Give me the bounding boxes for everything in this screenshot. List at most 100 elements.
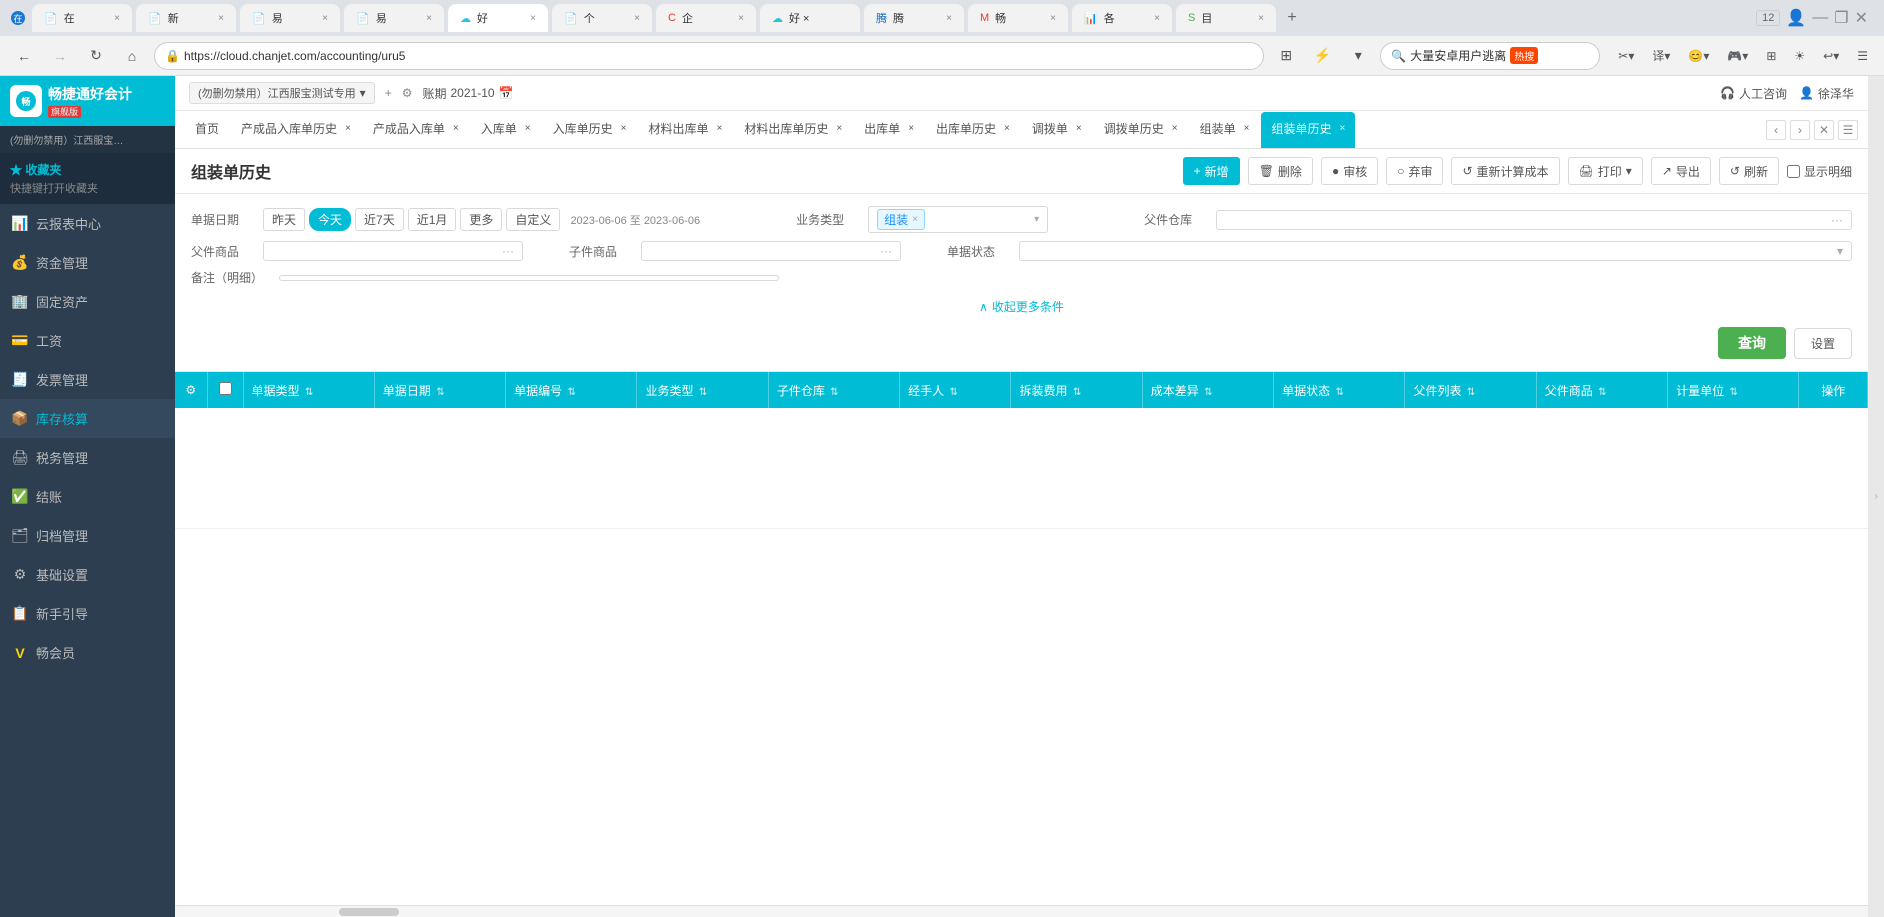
tab-material-out-history[interactable]: 材料出库单历史 × xyxy=(734,112,852,148)
forward-button[interactable]: → xyxy=(46,42,74,70)
review-button[interactable]: ● 审核 xyxy=(1321,157,1378,185)
th-parent-goods[interactable]: 父件商品 ⇅ xyxy=(1536,372,1667,408)
biz-type-dropdown[interactable]: ▾ xyxy=(1034,214,1039,225)
th-order-no[interactable]: 单据编号 ⇅ xyxy=(506,372,637,408)
tab-assembly[interactable]: 组装单 × xyxy=(1190,112,1260,148)
refresh-button[interactable]: ↺ 刷新 xyxy=(1719,157,1779,185)
tab-out-order-close[interactable]: × xyxy=(908,123,914,134)
settings-filter-button[interactable]: 设置 xyxy=(1794,328,1852,359)
scissors-btn[interactable]: ✂▾ xyxy=(1612,47,1640,65)
translate-btn[interactable]: 译▾ xyxy=(1646,45,1676,66)
grid-btn[interactable]: ⊞ xyxy=(1760,47,1782,65)
browser-tab-9[interactable]: 腾 腾 × xyxy=(864,4,964,32)
home-button[interactable]: ⌂ xyxy=(118,42,146,70)
browser-tab-12[interactable]: S 目 × xyxy=(1176,4,1276,32)
query-button[interactable]: 查询 xyxy=(1718,327,1786,359)
browser-tab-10[interactable]: M 畅 × xyxy=(968,4,1068,32)
sidebar-item-guide[interactable]: 📋 新手引导 xyxy=(0,594,175,633)
th-parent-list[interactable]: 父件列表 ⇅ xyxy=(1405,372,1536,408)
sidebar-item-inventory[interactable]: 📦 库存核算 xyxy=(0,399,175,438)
tab-close-current[interactable]: ✕ xyxy=(1814,120,1834,140)
abandon-button[interactable]: ○ 弃审 xyxy=(1386,157,1443,185)
new-tab-button[interactable]: + xyxy=(1280,6,1304,30)
scroll-thumb[interactable] xyxy=(339,908,399,916)
select-all-checkbox[interactable] xyxy=(219,382,232,395)
tab-dropdown[interactable]: ☰ xyxy=(1838,120,1858,140)
th-handler[interactable]: 经手人 ⇅ xyxy=(900,372,1011,408)
tab-out-history[interactable]: 出库单历史 × xyxy=(926,112,1020,148)
tab-assembly-history[interactable]: 组装单历史 × xyxy=(1261,112,1355,148)
sidebar-item-payroll[interactable]: 💳 工资 xyxy=(0,321,175,360)
undo-btn[interactable]: ↩▾ xyxy=(1817,47,1845,65)
tab-close-2[interactable]: × xyxy=(218,13,224,24)
th-order-date[interactable]: 单据日期 ⇅ xyxy=(374,372,505,408)
th-disassembly-fee[interactable]: 拆装费用 ⇅ xyxy=(1011,372,1142,408)
recalc-button[interactable]: ↺ 重新计算成本 xyxy=(1451,157,1559,185)
th-cost-diff[interactable]: 成本差异 ⇅ xyxy=(1142,372,1273,408)
minimize-btn[interactable]: 👤 xyxy=(1786,8,1806,28)
tab-close-9[interactable]: × xyxy=(946,13,952,24)
tab-material-out[interactable]: 材料出库单 × xyxy=(638,112,732,148)
tab-right-arrow[interactable]: › xyxy=(1790,120,1810,140)
close-btn[interactable]: ✕ xyxy=(1855,8,1868,28)
tab-home[interactable]: 首页 xyxy=(185,112,229,148)
tab-close-10[interactable]: × xyxy=(1050,13,1056,24)
tab-warehouse-in-history-close[interactable]: × xyxy=(621,123,627,134)
tab-transfer[interactable]: 调拨单 × xyxy=(1022,112,1092,148)
browser-tab-7[interactable]: C 企 × xyxy=(656,4,756,32)
right-panel-toggle[interactable]: › xyxy=(1868,76,1884,917)
lightning-btn[interactable]: ⚡ xyxy=(1308,42,1336,70)
tab-close-6[interactable]: × xyxy=(634,13,640,24)
horizontal-scrollbar[interactable] xyxy=(175,905,1868,917)
tab-close-7[interactable]: × xyxy=(738,13,744,24)
tab-assembly-history-close[interactable]: × xyxy=(1339,123,1345,134)
sidebar-item-checkout[interactable]: ✅ 结账 xyxy=(0,477,175,516)
menu-btn[interactable]: ☰ xyxy=(1851,47,1874,65)
th-checkbox[interactable] xyxy=(207,372,243,408)
tab-warehouse-in[interactable]: 入库单 × xyxy=(471,112,541,148)
sidebar-item-fund[interactable]: 💰 资金管理 xyxy=(0,243,175,282)
export-button[interactable]: ↗ 导出 xyxy=(1651,157,1711,185)
tab-transfer-close[interactable]: × xyxy=(1076,123,1082,134)
remark-filter[interactable] xyxy=(279,275,779,281)
sidebar-item-tax[interactable]: 🖨 税务管理 xyxy=(0,438,175,477)
browser-tab-6[interactable]: 📄 个 × xyxy=(552,4,652,32)
search-box[interactable]: 🔍 大量安卓用户逃离 热搜 xyxy=(1380,42,1600,70)
biz-type-tag-close[interactable]: × xyxy=(912,214,918,225)
tab-produce-in[interactable]: 产成品入库单 × xyxy=(363,112,469,148)
tab-produce-in-history[interactable]: 产成品入库单历史 × xyxy=(231,112,361,148)
tab-close-1[interactable]: × xyxy=(114,13,120,24)
restore-btn[interactable]: ❐ xyxy=(1834,8,1848,28)
favorites-sub[interactable]: 快捷键打开收藏夹 xyxy=(10,180,165,196)
sun-btn[interactable]: ☀ xyxy=(1788,47,1811,65)
service-button[interactable]: 🎧 人工咨询 xyxy=(1720,85,1787,102)
browser-tab-1[interactable]: 📄 在 × xyxy=(32,4,132,32)
tab-assembly-close[interactable]: × xyxy=(1244,123,1250,134)
tab-close-5[interactable]: × xyxy=(530,13,536,24)
sidebar-item-fixed-assets[interactable]: 🏢 固定资产 xyxy=(0,282,175,321)
parent-warehouse-dots[interactable]: ··· xyxy=(1831,213,1843,227)
date-btn-more[interactable]: 更多 xyxy=(460,208,502,231)
dropdown-btn[interactable]: ▾ xyxy=(1344,42,1372,70)
th-biz-type[interactable]: 业务类型 ⇅ xyxy=(637,372,768,408)
tab-warehouse-in-close[interactable]: × xyxy=(525,123,531,134)
tab-produce-in-history-close[interactable]: × xyxy=(345,123,351,134)
tab-left-arrow[interactable]: ‹ xyxy=(1766,120,1786,140)
sidebar-item-cloud-report[interactable]: 📊 云报表中心 xyxy=(0,204,175,243)
tab-material-out-history-close[interactable]: × xyxy=(836,123,842,134)
calendar-icon[interactable]: 📅 xyxy=(499,86,514,100)
qr-code-btn[interactable]: ⊞ xyxy=(1272,42,1300,70)
browser-tab-11[interactable]: 📊 各 × xyxy=(1072,4,1172,32)
company-selector[interactable]: (勿删勿禁用）江西服宝测试专用 ▾ xyxy=(189,82,375,104)
parent-goods-filter[interactable]: ··· xyxy=(263,241,523,261)
tab-close-3[interactable]: × xyxy=(322,13,328,24)
th-order-status[interactable]: 单据状态 ⇅ xyxy=(1274,372,1405,408)
sidebar-item-member[interactable]: V 畅会员 xyxy=(0,633,175,672)
back-button[interactable]: ← xyxy=(10,42,38,70)
th-gear[interactable]: ⚙ xyxy=(175,372,207,408)
sidebar-item-invoice[interactable]: 🧾 发票管理 xyxy=(0,360,175,399)
order-status-filter[interactable]: ▾ xyxy=(1019,241,1852,261)
emoji-btn[interactable]: 😊▾ xyxy=(1682,47,1715,65)
print-button[interactable]: 🖨 打印 ▾ xyxy=(1568,157,1643,185)
tab-out-order[interactable]: 出库单 × xyxy=(854,112,924,148)
